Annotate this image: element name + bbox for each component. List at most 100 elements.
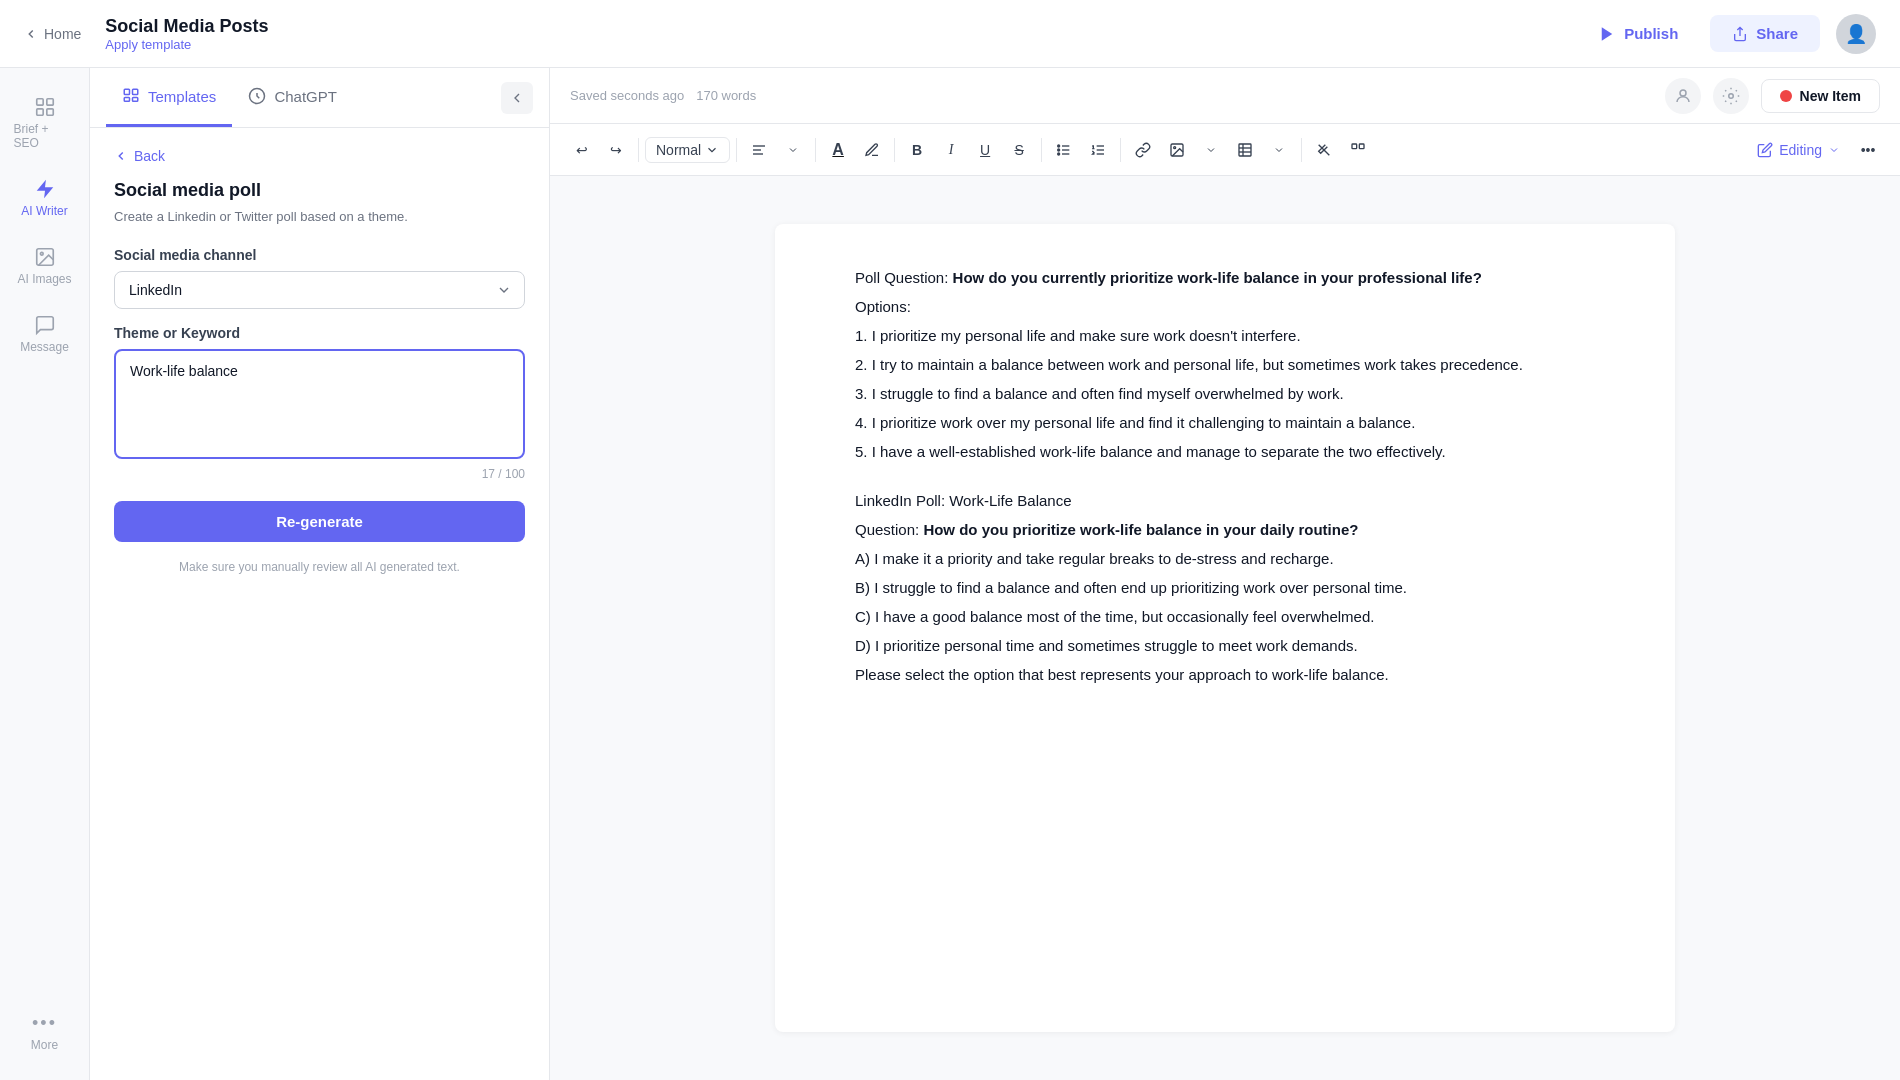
format-select[interactable]: Normal — [645, 137, 730, 163]
question-line: Question: How do you prioritize work-lif… — [855, 516, 1595, 543]
table-button[interactable] — [1229, 134, 1261, 166]
title-group: Social Media Posts Apply template — [105, 16, 268, 52]
share-button[interactable]: Share — [1710, 15, 1820, 52]
sidebar-item-ai-images[interactable]: AI Images — [6, 234, 84, 298]
more-options-button[interactable] — [1342, 134, 1374, 166]
char-count: 17 / 100 — [114, 467, 525, 481]
avatar[interactable]: 👤 — [1836, 14, 1876, 54]
italic-button[interactable]: I — [935, 134, 967, 166]
save-status: Saved seconds ago — [570, 88, 684, 103]
home-label: Home — [44, 26, 81, 42]
settings-icon-button[interactable] — [1713, 78, 1749, 114]
panel-body: Back Social media poll Create a Linkedin… — [90, 128, 549, 1080]
page-title: Social Media Posts — [105, 16, 268, 37]
word-count: 170 words — [696, 88, 756, 103]
linkedin-poll-title: LinkedIn Poll: Work-Life Balance — [855, 487, 1595, 514]
svg-point-14 — [1728, 93, 1733, 98]
publish-label: Publish — [1624, 25, 1678, 42]
sidebar-item-ai-writer[interactable]: AI Writer — [6, 166, 84, 230]
undo-button[interactable]: ↩ — [566, 134, 598, 166]
sidebar-item-message[interactable]: Message — [6, 302, 84, 366]
redo-button[interactable]: ↪ — [600, 134, 632, 166]
toolbar-divider-1 — [638, 138, 639, 162]
toolbar-more-button[interactable]: ••• — [1852, 134, 1884, 166]
channel-select[interactable]: LinkedIn Twitter — [114, 271, 525, 309]
theme-label: Theme or Keyword — [114, 325, 525, 341]
new-item-button[interactable]: New Item — [1761, 79, 1880, 113]
apply-template-link[interactable]: Apply template — [105, 37, 268, 52]
strikethrough-button[interactable]: S — [1003, 134, 1035, 166]
svg-point-22 — [1058, 149, 1060, 151]
answer-b: B) I struggle to find a balance and ofte… — [855, 574, 1595, 601]
panel-heading: Social media poll — [114, 180, 525, 201]
answer-a: A) I make it a priority and take regular… — [855, 545, 1595, 572]
tab-chatgpt[interactable]: ChatGPT — [232, 68, 353, 127]
sidebar-item-brief-seo[interactable]: Brief + SEO — [6, 84, 84, 162]
regenerate-button[interactable]: Re-generate — [114, 501, 525, 542]
question-bold: How do you prioritize work-life balance … — [923, 521, 1358, 538]
panel-collapse-button[interactable] — [501, 82, 533, 114]
sidebar-label-ai-images: AI Images — [17, 272, 71, 286]
new-item-label: New Item — [1800, 88, 1861, 104]
svg-point-21 — [1058, 145, 1060, 147]
toolbar-divider-3 — [815, 138, 816, 162]
publish-button[interactable]: Publish — [1582, 17, 1694, 51]
option-5: 5. I have a well-established work-life b… — [855, 438, 1595, 465]
home-button[interactable]: Home — [24, 26, 81, 42]
table-dropdown-button[interactable] — [1263, 134, 1295, 166]
svg-point-7 — [40, 252, 43, 255]
share-label: Share — [1756, 25, 1798, 42]
poll-question-prefix: Poll Question: — [855, 269, 953, 286]
option-4: 4. I prioritize work over my personal li… — [855, 409, 1595, 436]
toolbar-divider-2 — [736, 138, 737, 162]
image-dropdown-button[interactable] — [1195, 134, 1227, 166]
select-instruction: Please select the option that best repre… — [855, 661, 1595, 688]
panel-desc: Create a Linkedin or Twitter poll based … — [114, 207, 525, 227]
user-icon-button[interactable] — [1665, 78, 1701, 114]
toolbar: ↩ ↪ Normal A B I U S — [550, 124, 1900, 176]
tab-templates[interactable]: Templates — [106, 68, 232, 127]
svg-rect-4 — [46, 109, 52, 115]
image-button[interactable] — [1161, 134, 1193, 166]
align-dropdown-button[interactable] — [777, 134, 809, 166]
tab-templates-label: Templates — [148, 88, 216, 105]
sidebar-label-message: Message — [20, 340, 69, 354]
link-button[interactable] — [1127, 134, 1159, 166]
sidebar-item-more[interactable]: ••• More — [6, 1001, 84, 1064]
svg-marker-0 — [1602, 27, 1613, 41]
toolbar-divider-4 — [894, 138, 895, 162]
numbered-list-button[interactable] — [1082, 134, 1114, 166]
editor-area: Saved seconds ago 170 words New Item ↩ ↪… — [550, 68, 1900, 1080]
svg-point-23 — [1058, 153, 1060, 155]
underline-button[interactable]: U — [969, 134, 1001, 166]
options-label: Options: — [855, 293, 1595, 320]
align-left-button[interactable] — [743, 134, 775, 166]
svg-point-28 — [1174, 146, 1176, 148]
sidebar-label-brief-seo: Brief + SEO — [14, 122, 76, 150]
tab-chatgpt-label: ChatGPT — [274, 88, 337, 105]
format-label: Normal — [656, 142, 701, 158]
channel-label: Social media channel — [114, 247, 525, 263]
answer-d: D) I prioritize personal time and someti… — [855, 632, 1595, 659]
editing-mode-button[interactable]: Editing — [1747, 138, 1850, 162]
bold-button[interactable]: B — [901, 134, 933, 166]
disclaimer-text: Make sure you manually review all AI gen… — [114, 558, 525, 576]
bullet-list-button[interactable] — [1048, 134, 1080, 166]
theme-textarea[interactable]: Work-life balance — [114, 349, 525, 459]
svg-rect-35 — [1359, 144, 1364, 149]
toolbar-divider-6 — [1120, 138, 1121, 162]
question-prefix: Question: — [855, 521, 923, 538]
back-button[interactable]: Back — [114, 148, 525, 164]
text-color-button[interactable]: A — [822, 134, 854, 166]
editor-content[interactable]: Poll Question: How do you currently prio… — [775, 224, 1675, 1032]
left-nav: Brief + SEO AI Writer AI Images Message … — [0, 68, 90, 1080]
panel-tabs: Templates ChatGPT — [90, 68, 549, 128]
svg-rect-2 — [46, 99, 52, 105]
highlight-button[interactable] — [856, 134, 888, 166]
svg-rect-8 — [124, 89, 129, 94]
svg-rect-9 — [133, 89, 138, 94]
toolbar-divider-7 — [1301, 138, 1302, 162]
editor-scroll: Poll Question: How do you currently prio… — [550, 176, 1900, 1080]
svg-rect-10 — [124, 98, 129, 102]
clear-format-button[interactable] — [1308, 134, 1340, 166]
